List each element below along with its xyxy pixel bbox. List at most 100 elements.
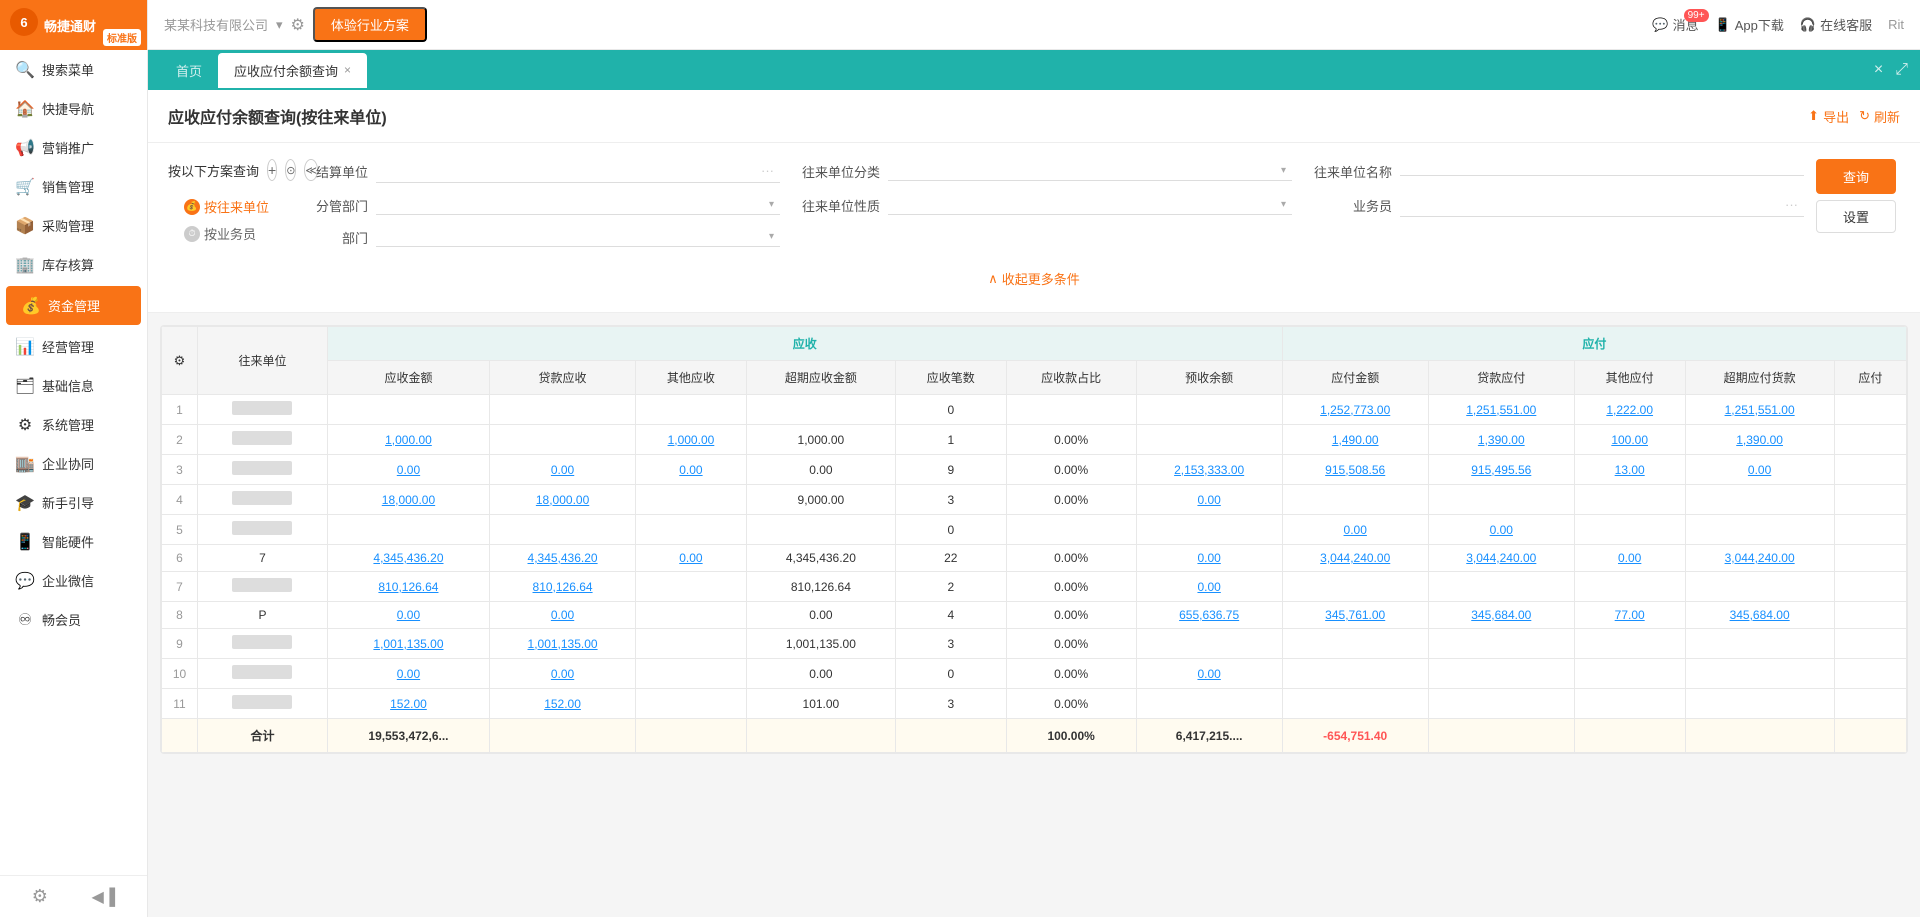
table-cell[interactable]: 3,044,240.00	[1282, 545, 1428, 572]
table-cell[interactable]: 655,636.75	[1136, 602, 1282, 629]
table-cell[interactable]: 100.00	[1574, 425, 1685, 455]
table-cell[interactable]: 1,390.00	[1685, 425, 1834, 455]
col-settings-header[interactable]: ⚙	[162, 327, 198, 395]
refresh-btn[interactable]: ↻ 刷新	[1859, 107, 1900, 126]
footer-ar-total[interactable]: 19,553,472,6...	[327, 719, 489, 753]
table-cell[interactable]: 3,044,240.00	[1428, 545, 1574, 572]
table-cell[interactable]: 4,345,436.20	[327, 545, 489, 572]
filter-scheme-partner[interactable]: 💰 按往来单位	[176, 193, 288, 220]
field-partner-nature-input[interactable]: ▾	[888, 195, 1292, 215]
table-cell[interactable]: 0.00	[1136, 545, 1282, 572]
topbar-dropdown-icon[interactable]: ▾	[276, 17, 283, 33]
table-cell[interactable]: 18,000.00	[490, 485, 636, 515]
table-cell[interactable]: 0.00	[327, 455, 489, 485]
col-ap-overdue: 超期应付货款	[1685, 361, 1834, 395]
table-cell[interactable]: 0.00	[1136, 485, 1282, 515]
sidebar-collapse-icon[interactable]: ◀▐	[92, 887, 116, 907]
sidebar-item-corp[interactable]: 🏬企业协同	[0, 444, 147, 483]
table-cell[interactable]: 345,684.00	[1428, 602, 1574, 629]
field-branch-label: 部门	[288, 228, 368, 247]
table-cell[interactable]: 1,001,135.00	[490, 629, 636, 659]
table-cell[interactable]: 810,126.64	[327, 572, 489, 602]
table-cell[interactable]: 0.00	[1428, 515, 1574, 545]
query-btn[interactable]: 查询	[1816, 159, 1896, 194]
table-cell[interactable]: 3,044,240.00	[1685, 545, 1834, 572]
table-cell[interactable]: 1,252,773.00	[1282, 395, 1428, 425]
tab-ar-query[interactable]: 应收应付余额查询 ×	[218, 53, 367, 88]
sidebar-item-vip[interactable]: ♾畅会员	[0, 600, 147, 639]
table-cell[interactable]: 0.00	[1685, 455, 1834, 485]
table-cell[interactable]: 0.00	[1136, 572, 1282, 602]
tab-action-close[interactable]: ×	[1874, 61, 1883, 79]
table-cell[interactable]: 810,126.64	[490, 572, 636, 602]
sidebar-item-marketing[interactable]: 📢营销推广	[0, 128, 147, 167]
filter-add-btn[interactable]: +	[267, 159, 277, 181]
table-cell[interactable]: 0.00	[490, 602, 636, 629]
settings-btn[interactable]: 设置	[1816, 200, 1896, 233]
table-cell[interactable]: 0.00	[1136, 659, 1282, 689]
table-cell[interactable]: 1,251,551.00	[1428, 395, 1574, 425]
topbar-gear-icon[interactable]: ⚙	[291, 15, 305, 35]
table-cell[interactable]: 1,000.00	[636, 425, 747, 455]
topbar-service-btn[interactable]: 🎧 在线客服	[1800, 15, 1872, 34]
table-cell[interactable]: 0.00	[1574, 545, 1685, 572]
topbar-msg-btn[interactable]: 💬 消息 99+	[1652, 15, 1698, 34]
field-partner-name-input[interactable]	[1400, 167, 1804, 176]
table-cell[interactable]: 0.00	[327, 659, 489, 689]
table-cell[interactable]: 1,000.00	[327, 425, 489, 455]
sidebar-item-finance[interactable]: 💰资金管理	[6, 286, 141, 325]
table-cell[interactable]: 13.00	[1574, 455, 1685, 485]
filter-scheme-staff[interactable]: ⏱ 按业务员	[176, 220, 288, 247]
export-btn[interactable]: ⬆ 导出	[1808, 107, 1849, 126]
tab-action-expand[interactable]: ⤢	[1895, 61, 1908, 79]
table-cell[interactable]: 18,000.00	[327, 485, 489, 515]
table-cell[interactable]: 1,490.00	[1282, 425, 1428, 455]
sidebar-item-search[interactable]: 🔍搜索菜单	[0, 50, 147, 89]
table-settings-icon[interactable]: ⚙	[174, 353, 186, 368]
table-cell[interactable]: 0.00	[490, 455, 636, 485]
table-cell[interactable]: 152.00	[327, 689, 489, 719]
col-ap-extra: 应付	[1834, 361, 1906, 395]
table-cell[interactable]: 0.00	[636, 545, 747, 572]
topbar-app-btn[interactable]: 📱 App下载	[1715, 15, 1784, 34]
topbar-promo-btn[interactable]: 体验行业方案	[313, 7, 427, 42]
sidebar-item-nav[interactable]: 🏠快捷导航	[0, 89, 147, 128]
table-cell[interactable]: 77.00	[1574, 602, 1685, 629]
sidebar-item-base[interactable]: 🗂基础信息	[0, 366, 147, 405]
table-cell[interactable]: 0.00	[1282, 515, 1428, 545]
collapse-icon: ∧	[988, 271, 998, 287]
table-cell[interactable]: 915,495.56	[1428, 455, 1574, 485]
sidebar-item-sales[interactable]: 🛒销售管理	[0, 167, 147, 206]
table-cell[interactable]: 345,684.00	[1685, 602, 1834, 629]
sidebar-item-guide[interactable]: 🎓新手引导	[0, 483, 147, 522]
sidebar-item-purchase[interactable]: 📦采购管理	[0, 206, 147, 245]
tab-home[interactable]: 首页	[160, 53, 218, 88]
sidebar-settings-icon[interactable]: ⚙	[32, 886, 48, 907]
footer-ar-prepay: 6,417,215....	[1136, 719, 1282, 753]
field-dept-input[interactable]: ▾	[376, 195, 780, 215]
table-cell[interactable]: 1,001,135.00	[327, 629, 489, 659]
field-staff-input[interactable]: ···	[1400, 193, 1804, 217]
table-cell[interactable]: 915,508.56	[1282, 455, 1428, 485]
table-cell[interactable]: 1,251,551.00	[1685, 395, 1834, 425]
sidebar-item-smart[interactable]: 📱智能硬件	[0, 522, 147, 561]
sidebar-item-inventory[interactable]: 🏢库存核算	[0, 245, 147, 284]
table-cell[interactable]: 0.00	[636, 455, 747, 485]
sidebar-item-wechat[interactable]: 💬企业微信	[0, 561, 147, 600]
field-branch-input[interactable]: ▾	[376, 227, 780, 247]
table-cell[interactable]: 1,390.00	[1428, 425, 1574, 455]
field-partner-type-input[interactable]: ▾	[888, 161, 1292, 181]
sidebar-item-operations[interactable]: 📊经营管理	[0, 327, 147, 366]
field-settlement-input[interactable]: ···	[376, 159, 780, 183]
table-cell[interactable]: 0.00	[327, 602, 489, 629]
table-cell[interactable]: 1,222.00	[1574, 395, 1685, 425]
table-cell[interactable]: 345,761.00	[1282, 602, 1428, 629]
table-cell[interactable]: 0.00	[490, 659, 636, 689]
table-cell[interactable]: 4,345,436.20	[490, 545, 636, 572]
sidebar-item-system[interactable]: ⚙系统管理	[0, 405, 147, 444]
table-cell[interactable]: 2,153,333.00	[1136, 455, 1282, 485]
footer-ar-ratio: 100.00%	[1006, 719, 1136, 753]
table-cell[interactable]: 152.00	[490, 689, 636, 719]
filter-collapse-btn[interactable]: ∧ 收起更多条件	[168, 261, 1900, 296]
tab-close-btn[interactable]: ×	[344, 63, 351, 77]
